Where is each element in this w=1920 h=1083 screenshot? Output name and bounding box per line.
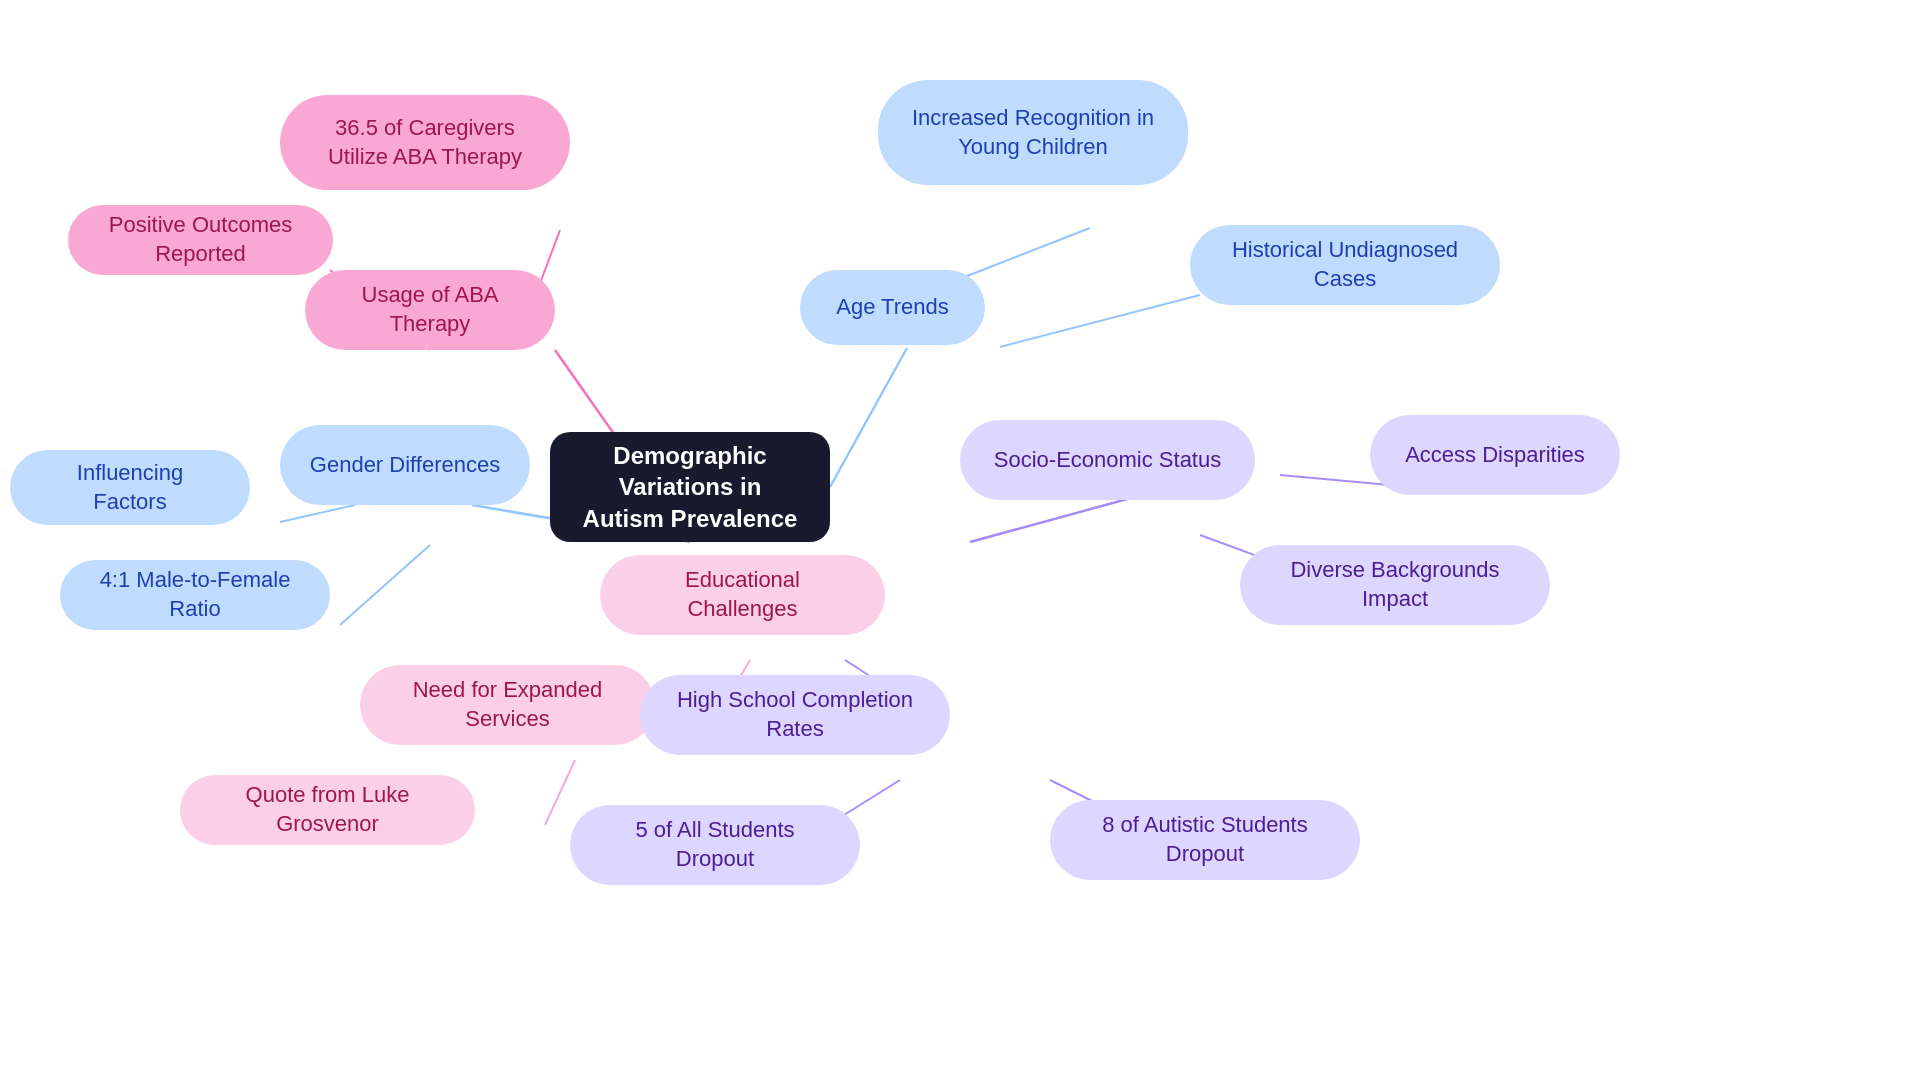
svg-line-8 (1000, 295, 1200, 347)
svg-line-15 (545, 760, 575, 825)
positive-outcomes-node: Positive Outcomes Reported (68, 205, 333, 275)
male-female-ratio-node: 4:1 Male-to-Female Ratio (60, 560, 330, 630)
quote-luke-node: Quote from Luke Grosvenor (180, 775, 475, 845)
socio-economic-node: Socio-Economic Status (960, 420, 1255, 500)
need-services-node: Need for Expanded Services (360, 665, 655, 745)
center-node: Demographic Variations inAutism Prevalen… (550, 432, 830, 542)
all-students-dropout-node: 5 of All Students Dropout (570, 805, 860, 885)
historical-undiagnosed-node: Historical Undiagnosed Cases (1190, 225, 1500, 305)
hs-completion-node: High School Completion Rates (640, 675, 950, 755)
autistic-dropout-node: 8 of Autistic Students Dropout (1050, 800, 1360, 880)
aba-therapy-node: Usage of ABA Therapy (305, 270, 555, 350)
increased-recognition-node: Increased Recognition in Young Children (878, 80, 1188, 185)
svg-line-9 (280, 505, 355, 522)
svg-line-10 (340, 545, 430, 625)
svg-line-3 (970, 495, 1142, 542)
influencing-factors-node: Influencing Factors (10, 450, 250, 525)
gender-differences-node: Gender Differences (280, 425, 530, 505)
svg-line-11 (1280, 475, 1390, 485)
access-disparities-node: Access Disparities (1370, 415, 1620, 495)
age-trends-node: Age Trends (800, 270, 985, 345)
diverse-backgrounds-node: Diverse Backgrounds Impact (1240, 545, 1550, 625)
educational-challenges-node: Educational Challenges (600, 555, 885, 635)
svg-line-1 (830, 348, 907, 487)
caregivers-aba-node: 36.5 of Caregivers Utilize ABA Therapy (280, 95, 570, 190)
